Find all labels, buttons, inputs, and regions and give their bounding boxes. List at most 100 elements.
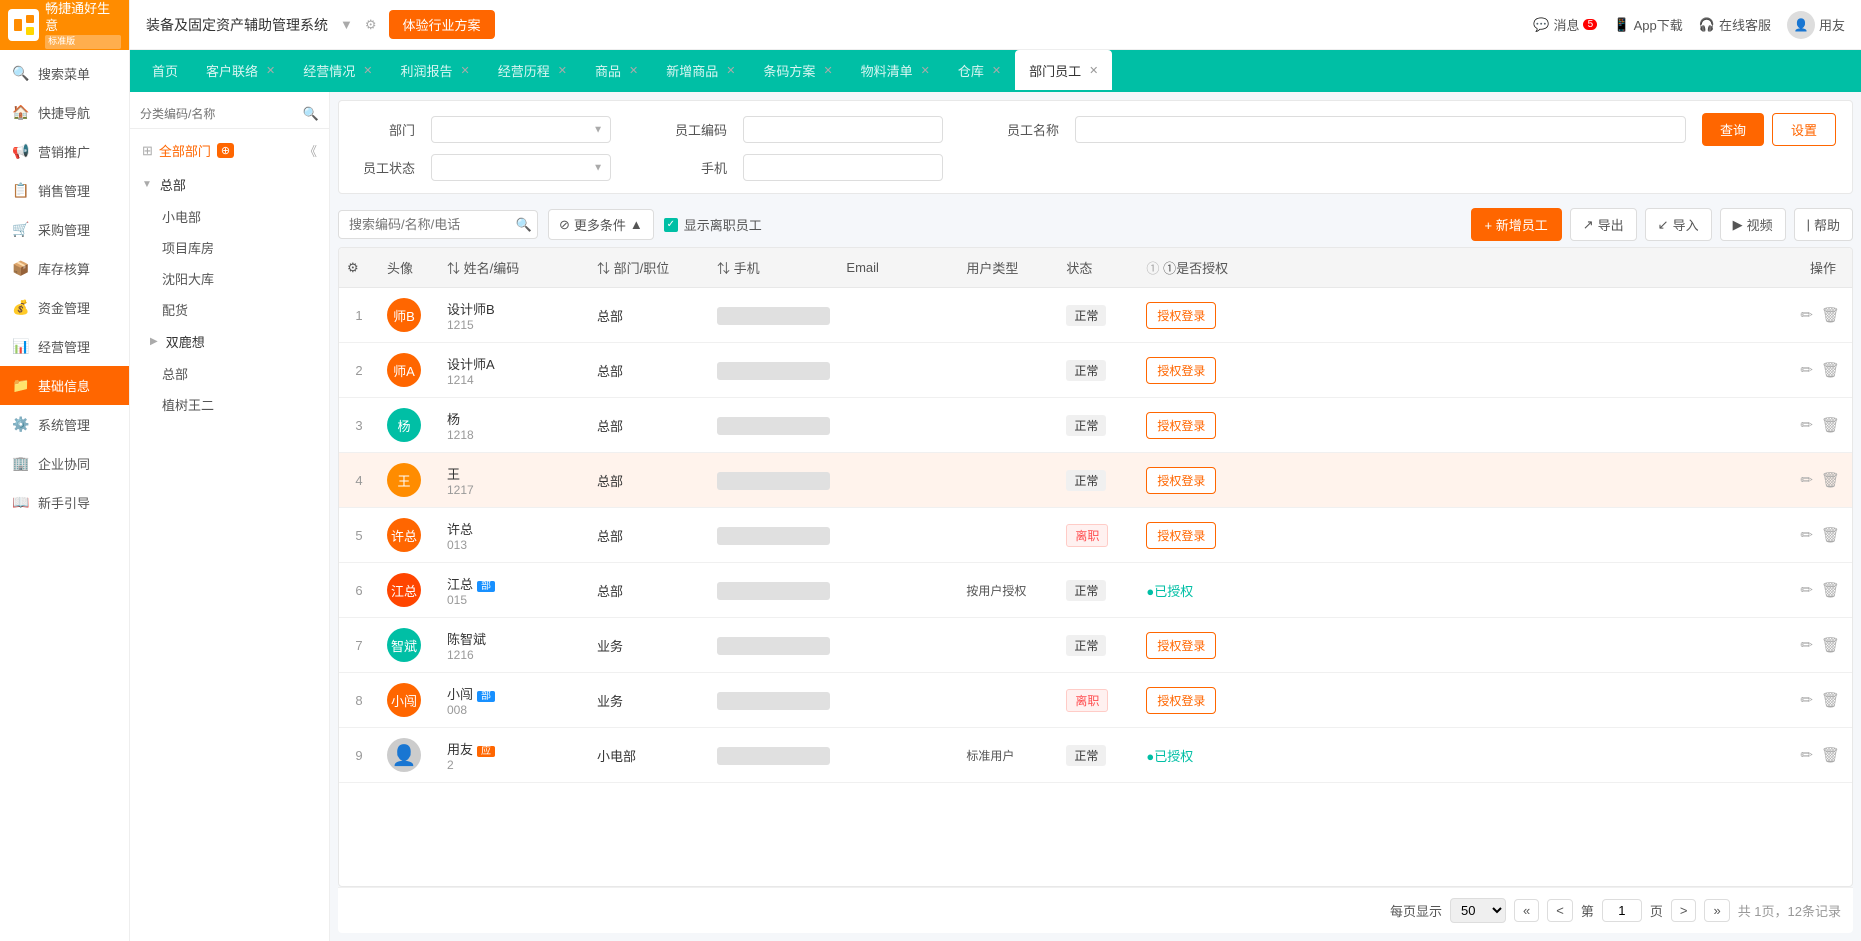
- sidebar-item-finance[interactable]: 💰 资金管理: [0, 288, 129, 327]
- dept-child-xiangmu[interactable]: 项目库房: [130, 232, 329, 263]
- dept-child-peihuo[interactable]: 配货: [130, 294, 329, 325]
- tab-customer[interactable]: 客户联络 ✕: [192, 50, 289, 92]
- add-employee-btn[interactable]: + 新增员工: [1471, 208, 1562, 241]
- import-btn[interactable]: ↙ 导入: [1645, 208, 1712, 241]
- page-input[interactable]: [1602, 899, 1642, 922]
- edit-icon[interactable]: ✏: [1800, 746, 1813, 764]
- search-submit-icon[interactable]: 🔍: [516, 217, 532, 233]
- sidebar-item-basic-info[interactable]: 📁 基础信息: [0, 366, 129, 405]
- show-resigned-checkbox[interactable]: [664, 218, 678, 232]
- tab-close-history[interactable]: ✕: [558, 64, 567, 77]
- tab-close-operations[interactable]: ✕: [363, 64, 372, 77]
- emp-name-input[interactable]: [1075, 116, 1686, 143]
- first-page-btn[interactable]: «: [1514, 899, 1539, 922]
- dept-node-shuanglu[interactable]: ▶ 双鹿想: [130, 325, 329, 358]
- sidebar-item-marketing[interactable]: 📢 营销推广: [0, 132, 129, 171]
- sidebar-item-enterprise[interactable]: 🏢 企业协同: [0, 444, 129, 483]
- edit-icon[interactable]: ✏: [1800, 306, 1813, 324]
- per-page-select[interactable]: 50 100: [1450, 898, 1506, 923]
- sidebar-item-system[interactable]: ⚙️ 系统管理: [0, 405, 129, 444]
- auth-btn[interactable]: 授权登录: [1146, 357, 1216, 384]
- tab-close-customer[interactable]: ✕: [266, 64, 275, 77]
- dept-child-zongbu[interactable]: 总部: [130, 358, 329, 389]
- sidebar-item-purchase[interactable]: 🛒 采购管理: [0, 210, 129, 249]
- tab-dept-staff[interactable]: 部门员工 ✕: [1015, 50, 1112, 92]
- tab-profit[interactable]: 利润报告 ✕: [386, 50, 483, 92]
- edit-icon[interactable]: ✏: [1800, 416, 1813, 434]
- delete-icon[interactable]: 🗑: [1821, 691, 1840, 709]
- sidebar-item-search-menu[interactable]: 🔍 搜索菜单: [0, 54, 129, 93]
- view-btn[interactable]: ▶ 视频: [1720, 208, 1786, 241]
- tab-goods[interactable]: 商品 ✕: [581, 50, 652, 92]
- tab-close-new-goods[interactable]: ✕: [726, 64, 735, 77]
- more-filter-btn[interactable]: ⊘ 更多条件 ▲: [548, 209, 654, 240]
- auth-btn[interactable]: 授权登录: [1146, 522, 1216, 549]
- edit-icon[interactable]: ✏: [1800, 636, 1813, 654]
- next-page-btn[interactable]: >: [1671, 899, 1697, 922]
- settings-icon[interactable]: ⚙: [347, 260, 359, 275]
- dept-child-xiaodianbu[interactable]: 小电部: [130, 201, 329, 232]
- sidebar-item-sales[interactable]: 📋 销售管理: [0, 171, 129, 210]
- dept-search-icon[interactable]: 🔍: [303, 106, 319, 122]
- app-download-btn[interactable]: 📱 App下载: [1613, 15, 1682, 34]
- auth-btn[interactable]: 授权登录: [1146, 412, 1216, 439]
- tab-history[interactable]: 经营历程 ✕: [484, 50, 581, 92]
- tab-close-goods[interactable]: ✕: [629, 64, 638, 77]
- edit-icon[interactable]: ✏: [1800, 526, 1813, 544]
- edit-icon[interactable]: ✏: [1800, 361, 1813, 379]
- set-btn[interactable]: 设置: [1772, 113, 1836, 146]
- tab-close-dept-staff[interactable]: ✕: [1089, 64, 1098, 77]
- export-btn[interactable]: ↗ 导出: [1570, 208, 1637, 241]
- delete-icon[interactable]: 🗑: [1821, 306, 1840, 324]
- tab-new-goods[interactable]: 新增商品 ✕: [652, 50, 749, 92]
- tab-close-barcode[interactable]: ✕: [823, 64, 832, 77]
- edit-icon[interactable]: ✏: [1800, 471, 1813, 489]
- search-input[interactable]: [338, 210, 538, 239]
- message-btn[interactable]: 💬 消息 5: [1533, 15, 1597, 34]
- auth-btn[interactable]: 授权登录: [1146, 302, 1216, 329]
- tab-bom[interactable]: 物料清单 ✕: [847, 50, 944, 92]
- delete-icon[interactable]: 🗑: [1821, 361, 1840, 379]
- query-btn[interactable]: 查询: [1702, 113, 1764, 146]
- delete-icon[interactable]: 🗑: [1821, 471, 1840, 489]
- trial-btn[interactable]: 体验行业方案: [389, 10, 495, 39]
- sidebar-item-guide[interactable]: 📖 新手引导: [0, 483, 129, 522]
- tab-close-bom[interactable]: ✕: [921, 64, 930, 77]
- dept-select[interactable]: [431, 116, 611, 143]
- phone-input[interactable]: [743, 154, 943, 181]
- dept-node-zongbu-parent[interactable]: ▼ 总部: [130, 168, 329, 201]
- tab-warehouse[interactable]: 仓库 ✕: [944, 50, 1015, 92]
- tab-close-warehouse[interactable]: ✕: [992, 64, 1001, 77]
- prev-page-btn[interactable]: <: [1547, 899, 1573, 922]
- last-page-btn[interactable]: »: [1704, 899, 1729, 922]
- tab-close-profit[interactable]: ✕: [461, 64, 470, 77]
- delete-icon[interactable]: 🗑: [1821, 636, 1840, 654]
- tab-home[interactable]: 首页: [138, 50, 192, 92]
- emp-status-select[interactable]: [431, 154, 611, 181]
- user-menu[interactable]: 👤 用友: [1787, 11, 1845, 39]
- sidebar-item-operations[interactable]: 📊 经营管理: [0, 327, 129, 366]
- delete-icon[interactable]: 🗑: [1821, 526, 1840, 544]
- tab-barcode[interactable]: 条码方案 ✕: [749, 50, 846, 92]
- auth-btn[interactable]: 授权登录: [1146, 632, 1216, 659]
- delete-icon[interactable]: 🗑: [1821, 416, 1840, 434]
- dept-child-zhishu[interactable]: 植树王二: [130, 389, 329, 420]
- dept-child-shenyang[interactable]: 沈阳大库: [130, 263, 329, 294]
- dept-collapse-icon[interactable]: 《: [304, 141, 317, 160]
- tab-operations[interactable]: 经营情况 ✕: [289, 50, 386, 92]
- auth-btn[interactable]: 授权登录: [1146, 687, 1216, 714]
- th-phone[interactable]: ⇅ 手机: [709, 248, 838, 288]
- auth-btn[interactable]: 授权登录: [1146, 467, 1216, 494]
- dept-search-input[interactable]: [140, 107, 297, 121]
- show-resigned-toggle[interactable]: 显示离职员工: [664, 215, 762, 234]
- dept-edit-icon[interactable]: ⊕: [217, 143, 234, 158]
- edit-icon[interactable]: ✏: [1800, 691, 1813, 709]
- delete-icon[interactable]: 🗑: [1821, 581, 1840, 599]
- th-name[interactable]: ⇅ 姓名/编码: [439, 248, 589, 288]
- sidebar-item-quick-nav[interactable]: 🏠 快捷导航: [0, 93, 129, 132]
- th-dept[interactable]: ⇅ 部门/职位: [589, 248, 709, 288]
- emp-code-input[interactable]: [743, 116, 943, 143]
- online-service-btn[interactable]: 🎧 在线客服: [1699, 15, 1771, 34]
- delete-icon[interactable]: 🗑: [1821, 746, 1840, 764]
- sidebar-item-inventory[interactable]: 📦 库存核算: [0, 249, 129, 288]
